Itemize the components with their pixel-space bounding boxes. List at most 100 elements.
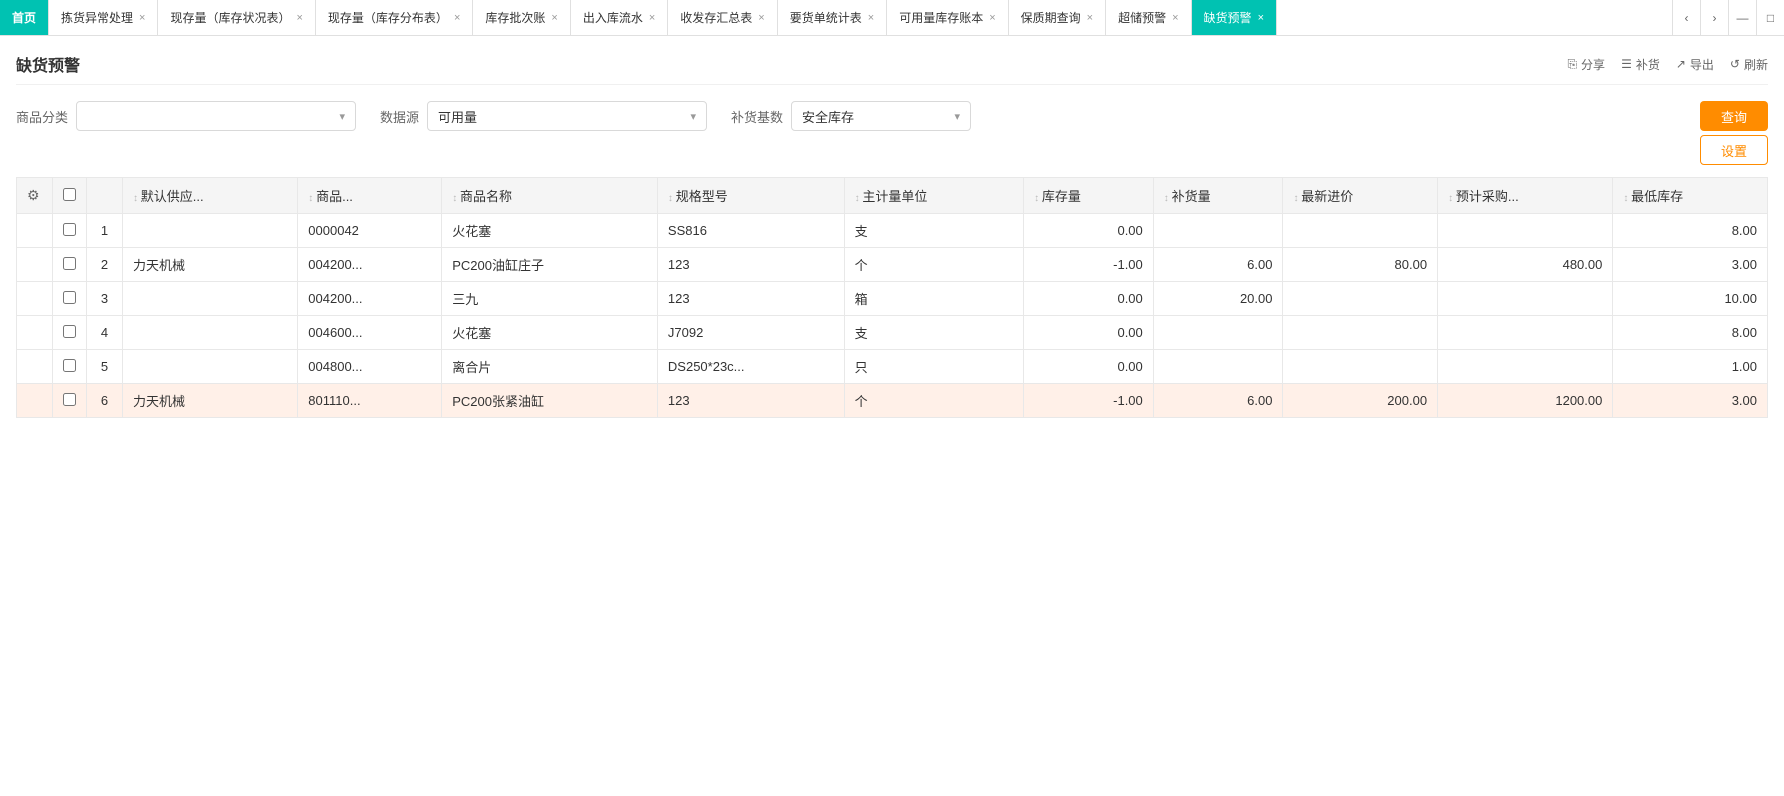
th-supplier[interactable]: 默认供应... xyxy=(123,178,298,214)
tab-recv-summary[interactable]: 收发存汇总表 × xyxy=(668,0,777,36)
tab-inout-flow[interactable]: 出入库流水 × xyxy=(571,0,668,36)
tab-inventory-dist-close[interactable]: × xyxy=(454,12,460,24)
tab-recv-summary-label: 收发存汇总表 xyxy=(680,9,752,26)
row-checkbox[interactable] xyxy=(63,223,76,236)
row-supplier: 力天机械 xyxy=(123,384,298,418)
nav-maximize-button[interactable]: □ xyxy=(1756,0,1784,36)
th-estimated-purchase[interactable]: 预计采购... xyxy=(1438,178,1613,214)
tab-shortage[interactable]: 缺货预警 × xyxy=(1192,0,1277,36)
row-spec: 123 xyxy=(657,384,844,418)
row-checkbox-cell xyxy=(53,384,87,418)
row-seq: 1 xyxy=(87,214,123,248)
tab-inventory-dist[interactable]: 现存量（库存分布表） × xyxy=(316,0,473,36)
row-product-code: 004800... xyxy=(298,350,442,384)
row-product-code: 801110... xyxy=(298,384,442,418)
row-stock: -1.00 xyxy=(1024,384,1154,418)
th-product-name[interactable]: 商品名称 xyxy=(442,178,658,214)
tab-inout-flow-close[interactable]: × xyxy=(649,12,655,24)
th-seq xyxy=(87,178,123,214)
tab-shortage-close[interactable]: × xyxy=(1258,12,1264,24)
row-product-name: PC200油缸庄子 xyxy=(442,248,658,282)
main-content: 缺货预警 ⎘ 分享 ☰ 补货 ↗ 导出 ↺ 刷新 商品分类 xyxy=(0,36,1784,796)
tab-available-ledger[interactable]: 可用量库存账本 × xyxy=(887,0,1008,36)
refresh-button[interactable]: ↺ 刷新 xyxy=(1730,56,1768,73)
row-seq: 3 xyxy=(87,282,123,316)
th-product-code[interactable]: 商品... xyxy=(298,178,442,214)
th-latest-price[interactable]: 最新进价 xyxy=(1283,178,1438,214)
tab-recv-summary-close[interactable]: × xyxy=(758,12,764,24)
nav-minimize-button[interactable]: — xyxy=(1728,0,1756,36)
th-stock[interactable]: 库存量 xyxy=(1024,178,1154,214)
tab-overstock[interactable]: 超储预警 × xyxy=(1106,0,1191,36)
select-all-checkbox[interactable] xyxy=(63,188,76,201)
tab-order-stats-close[interactable]: × xyxy=(868,12,874,24)
category-filter: 商品分类 ▾ xyxy=(16,101,356,131)
export-icon: ↗ xyxy=(1676,57,1686,71)
row-spec: 123 xyxy=(657,282,844,316)
nav-prev-button[interactable]: ‹ xyxy=(1672,0,1700,36)
th-spec[interactable]: 规格型号 xyxy=(657,178,844,214)
row-checkbox[interactable] xyxy=(63,393,76,406)
row-product-name: PC200张紧油缸 xyxy=(442,384,658,418)
settings-button[interactable]: 设置 xyxy=(1700,135,1768,165)
row-checkbox[interactable] xyxy=(63,325,76,338)
replenish-base-select[interactable]: 安全库存 ▾ xyxy=(791,101,971,131)
row-latest-price xyxy=(1283,316,1438,350)
row-spec: DS250*23c... xyxy=(657,350,844,384)
table-gear-icon[interactable]: ⚙ xyxy=(27,187,40,203)
row-supplier xyxy=(123,350,298,384)
share-label: 分享 xyxy=(1581,56,1605,73)
category-select[interactable]: ▾ xyxy=(76,101,356,131)
row-unit: 箱 xyxy=(844,282,1023,316)
th-replenish[interactable]: 补货量 xyxy=(1153,178,1283,214)
datasource-select[interactable]: 可用量 ▾ xyxy=(427,101,707,131)
query-button[interactable]: 查询 xyxy=(1700,101,1768,131)
tab-batch-account-close[interactable]: × xyxy=(551,12,557,24)
th-checkbox xyxy=(53,178,87,214)
page-header: 缺货预警 ⎘ 分享 ☰ 补货 ↗ 导出 ↺ 刷新 xyxy=(16,52,1768,85)
export-button[interactable]: ↗ 导出 xyxy=(1676,56,1714,73)
datasource-label: 数据源 xyxy=(380,107,419,126)
nav-arrow-group: ‹ › — □ xyxy=(1672,0,1784,36)
row-replenish: 20.00 xyxy=(1153,282,1283,316)
tab-expiry-query[interactable]: 保质期查询 × xyxy=(1009,0,1106,36)
row-checkbox[interactable] xyxy=(63,291,76,304)
tab-inventory-status[interactable]: 现存量（库存状况表） × xyxy=(158,0,315,36)
row-checkbox-cell xyxy=(53,316,87,350)
row-estimated-purchase xyxy=(1438,282,1613,316)
replenish-button[interactable]: ☰ 补货 xyxy=(1621,56,1660,73)
tab-abnormal-close[interactable]: × xyxy=(139,12,145,24)
nav-next-button[interactable]: › xyxy=(1700,0,1728,36)
th-min-stock[interactable]: 最低库存 xyxy=(1613,178,1768,214)
th-unit[interactable]: 主计量单位 xyxy=(844,178,1023,214)
tab-inventory-status-close[interactable]: × xyxy=(296,12,302,24)
row-min-stock: 8.00 xyxy=(1613,214,1768,248)
row-replenish: 6.00 xyxy=(1153,248,1283,282)
row-latest-price xyxy=(1283,282,1438,316)
row-min-stock: 3.00 xyxy=(1613,248,1768,282)
tab-available-ledger-close[interactable]: × xyxy=(989,12,995,24)
row-checkbox[interactable] xyxy=(63,257,76,270)
share-button[interactable]: ⎘ 分享 xyxy=(1567,56,1605,73)
row-stock: 0.00 xyxy=(1024,214,1154,248)
tab-home[interactable]: 首页 xyxy=(0,0,49,36)
row-replenish xyxy=(1153,214,1283,248)
row-settings-cell xyxy=(17,350,53,384)
tab-batch-account[interactable]: 库存批次账 × xyxy=(473,0,570,36)
tab-abnormal[interactable]: 拣货异常处理 × xyxy=(49,0,158,36)
row-seq: 6 xyxy=(87,384,123,418)
row-checkbox[interactable] xyxy=(63,359,76,372)
tab-expiry-query-close[interactable]: × xyxy=(1087,12,1093,24)
tab-inventory-status-label: 现存量（库存状况表） xyxy=(170,9,290,26)
row-latest-price: 80.00 xyxy=(1283,248,1438,282)
row-replenish xyxy=(1153,316,1283,350)
th-settings: ⚙ xyxy=(17,178,53,214)
table-row: 3 004200... 三九 123 箱 0.00 20.00 10.00 xyxy=(17,282,1768,316)
row-settings-cell xyxy=(17,384,53,418)
tab-order-stats[interactable]: 要货单统计表 × xyxy=(778,0,887,36)
header-actions: ⎘ 分享 ☰ 补货 ↗ 导出 ↺ 刷新 xyxy=(1567,56,1768,73)
row-min-stock: 8.00 xyxy=(1613,316,1768,350)
row-spec: J7092 xyxy=(657,316,844,350)
row-settings-cell xyxy=(17,282,53,316)
tab-overstock-close[interactable]: × xyxy=(1172,12,1178,24)
